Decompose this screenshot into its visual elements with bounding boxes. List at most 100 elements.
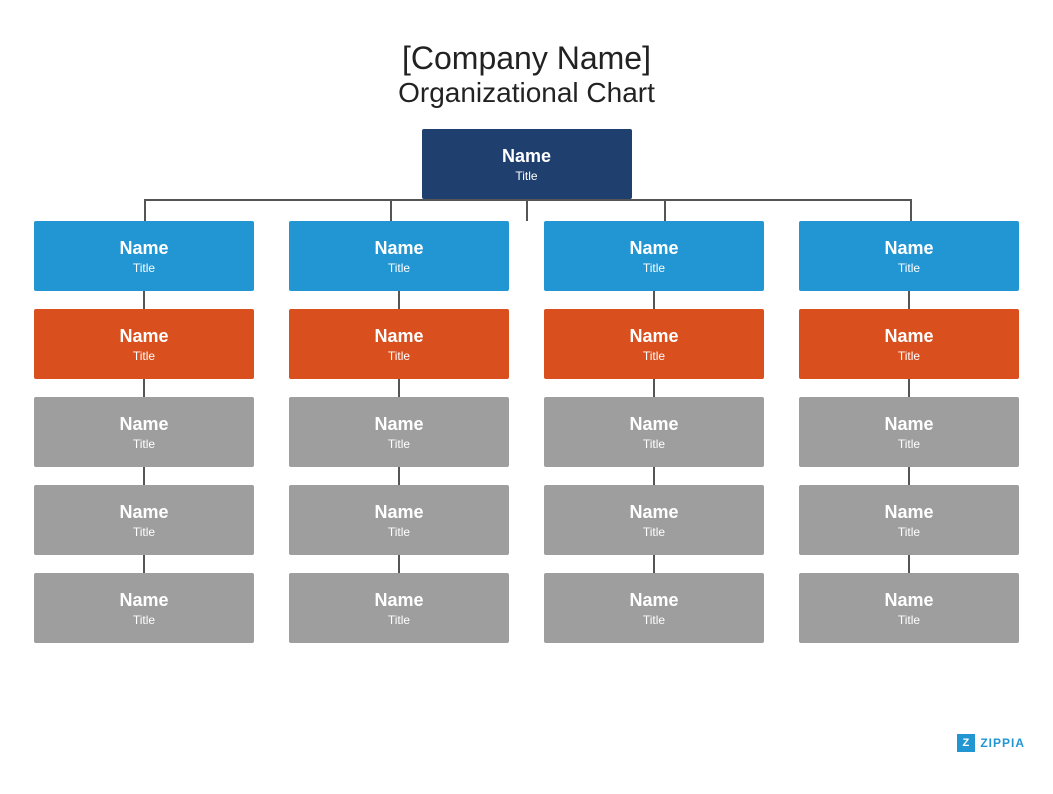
col3-v1 <box>653 291 655 309</box>
col1-l2-name: Name <box>119 326 168 347</box>
col1-v3 <box>143 467 145 485</box>
ceo-connector-v <box>526 199 528 221</box>
col3-level2-node: Name Title <box>544 309 764 379</box>
col1-l4-name: Name <box>119 502 168 523</box>
col1-l3-name: Name <box>119 414 168 435</box>
col3-l5-title: Title <box>643 613 665 627</box>
col1-l2-title: Title <box>133 349 155 363</box>
col3-l4-title: Title <box>643 525 665 539</box>
four-columns: Name Title Name Title Name Title Name Ti… <box>32 221 1022 643</box>
col1-connector-top <box>144 199 146 221</box>
col2-l3-name: Name <box>374 414 423 435</box>
col3-level3-node: Name Title <box>544 397 764 467</box>
col2-level2-node: Name Title <box>289 309 509 379</box>
col4-l1-name: Name <box>884 238 933 259</box>
col2-l2-title: Title <box>388 349 410 363</box>
col4-l1-title: Title <box>898 261 920 275</box>
col4-l5-name: Name <box>884 590 933 611</box>
col4-l4-title: Title <box>898 525 920 539</box>
col4-l3-name: Name <box>884 414 933 435</box>
col1-v4 <box>143 555 145 573</box>
col3-l3-title: Title <box>643 437 665 451</box>
col4-l4-name: Name <box>884 502 933 523</box>
column-2: Name Title Name Title Name Title Name Ti… <box>287 221 512 643</box>
col1-level4-node: Name Title <box>34 485 254 555</box>
col1-level2-node: Name Title <box>34 309 254 379</box>
col2-v3 <box>398 467 400 485</box>
col4-v2 <box>908 379 910 397</box>
col2-v1 <box>398 291 400 309</box>
col3-l1-name: Name <box>629 238 678 259</box>
horizontal-bar <box>144 199 910 201</box>
column-4: Name Title Name Title Name Title Name Ti… <box>797 221 1022 643</box>
col4-l2-name: Name <box>884 326 933 347</box>
col3-connector-top <box>664 199 666 221</box>
column-1: Name Title Name Title Name Title Name Ti… <box>32 221 257 643</box>
col2-l5-title: Title <box>388 613 410 627</box>
col1-level1-node: Name Title <box>34 221 254 291</box>
col2-v2 <box>398 379 400 397</box>
col1-level3-node: Name Title <box>34 397 254 467</box>
ceo-title: Title <box>515 169 537 183</box>
col3-l4-name: Name <box>629 502 678 523</box>
col2-l5-name: Name <box>374 590 423 611</box>
col1-l3-title: Title <box>133 437 155 451</box>
col1-l4-title: Title <box>133 525 155 539</box>
col4-level4-node: Name Title <box>799 485 1019 555</box>
zippia-logo-icon: Z <box>957 734 975 752</box>
col2-connector-top <box>390 199 392 221</box>
col4-level1-node: Name Title <box>799 221 1019 291</box>
col2-l3-title: Title <box>388 437 410 451</box>
col4-level5-node: Name Title <box>799 573 1019 643</box>
col1-l5-name: Name <box>119 590 168 611</box>
col3-v3 <box>653 467 655 485</box>
col2-l4-name: Name <box>374 502 423 523</box>
col2-v4 <box>398 555 400 573</box>
col3-l3-name: Name <box>629 414 678 435</box>
column-3: Name Title Name Title Name Title Name Ti… <box>542 221 767 643</box>
col2-level3-node: Name Title <box>289 397 509 467</box>
col2-level5-node: Name Title <box>289 573 509 643</box>
col1-l5-title: Title <box>133 613 155 627</box>
ceo-level: Name Title <box>422 129 632 199</box>
zippia-name: ZIPPIA <box>980 736 1025 750</box>
col3-level1-node: Name Title <box>544 221 764 291</box>
col3-l2-title: Title <box>643 349 665 363</box>
col3-level5-node: Name Title <box>544 573 764 643</box>
col1-l1-title: Title <box>133 261 155 275</box>
page-wrapper: [Company Name] Organizational Chart Name… <box>0 20 1053 764</box>
chart-title: [Company Name] Organizational Chart <box>398 40 655 109</box>
col4-v3 <box>908 467 910 485</box>
col4-connector-top <box>910 199 912 221</box>
col4-v1 <box>908 291 910 309</box>
col2-level1-node: Name Title <box>289 221 509 291</box>
ceo-name: Name <box>502 146 551 167</box>
chart-subtitle: Organizational Chart <box>398 77 655 109</box>
col3-l5-name: Name <box>629 590 678 611</box>
col3-l1-title: Title <box>643 261 665 275</box>
ceo-node: Name Title <box>422 129 632 199</box>
top-connectors <box>32 199 1022 221</box>
company-name-title: [Company Name] <box>398 40 655 77</box>
col4-l5-title: Title <box>898 613 920 627</box>
col2-l2-name: Name <box>374 326 423 347</box>
col1-v2 <box>143 379 145 397</box>
col3-l2-name: Name <box>629 326 678 347</box>
zippia-branding: Z ZIPPIA <box>957 734 1025 752</box>
col2-level4-node: Name Title <box>289 485 509 555</box>
org-chart: Name Title Name Title <box>30 129 1023 643</box>
col4-v4 <box>908 555 910 573</box>
col1-v1 <box>143 291 145 309</box>
col4-level3-node: Name Title <box>799 397 1019 467</box>
col2-l1-name: Name <box>374 238 423 259</box>
col2-l1-title: Title <box>388 261 410 275</box>
col3-v4 <box>653 555 655 573</box>
col2-l4-title: Title <box>388 525 410 539</box>
col3-v2 <box>653 379 655 397</box>
col4-l2-title: Title <box>898 349 920 363</box>
col1-level5-node: Name Title <box>34 573 254 643</box>
col3-level4-node: Name Title <box>544 485 764 555</box>
col4-l3-title: Title <box>898 437 920 451</box>
col1-l1-name: Name <box>119 238 168 259</box>
col4-level2-node: Name Title <box>799 309 1019 379</box>
